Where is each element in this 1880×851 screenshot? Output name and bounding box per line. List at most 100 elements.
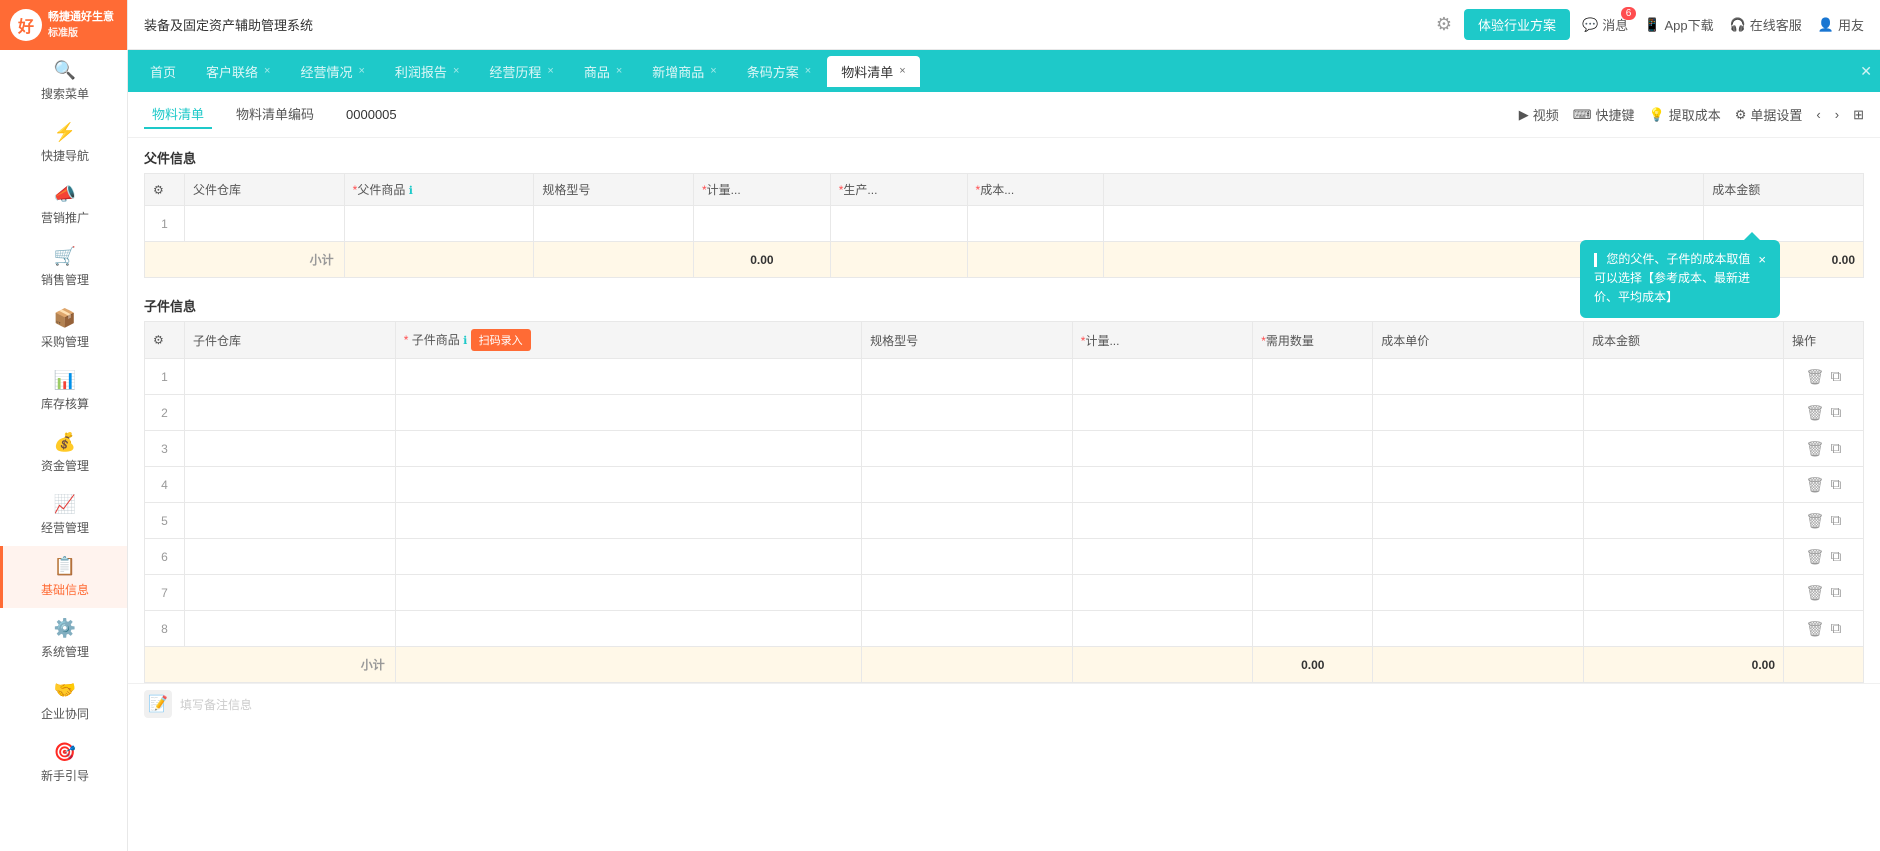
- sub-tab-bom-list[interactable]: 物料清单: [144, 100, 212, 129]
- child-cell-qty-3[interactable]: [1253, 431, 1373, 467]
- child-cell-product-7[interactable]: [395, 575, 861, 611]
- tooltip-close-button[interactable]: ×: [1758, 250, 1766, 271]
- sidebar-item-search[interactable]: 🔍 搜索菜单: [0, 50, 127, 112]
- copy-icon-1[interactable]: ⧉: [1831, 368, 1842, 386]
- child-cell-unit-cost-5[interactable]: [1373, 503, 1584, 539]
- child-cell-spec-5[interactable]: [862, 503, 1073, 539]
- child-cell-warehouse-7[interactable]: [185, 575, 396, 611]
- delete-icon-2[interactable]: 🗑: [1806, 404, 1825, 422]
- parent-cell-spec-1[interactable]: [534, 206, 694, 242]
- parent-cell-warehouse-1[interactable]: [185, 206, 345, 242]
- message-item[interactable]: 💬 消息 6: [1582, 15, 1628, 34]
- child-cell-unit-cost-2[interactable]: [1373, 395, 1584, 431]
- child-cell-warehouse-1[interactable]: [185, 359, 396, 395]
- tab-goods-close[interactable]: ×: [616, 65, 622, 77]
- parent-cell-produce-1[interactable]: [830, 206, 967, 242]
- app-download-item[interactable]: 📱 App下载: [1644, 15, 1713, 34]
- sidebar-item-operations[interactable]: 📈 经营管理: [0, 484, 127, 546]
- copy-icon-7[interactable]: ⧉: [1831, 584, 1842, 602]
- copy-icon-4[interactable]: ⧉: [1831, 476, 1842, 494]
- grid-view[interactable]: ⊞: [1853, 107, 1864, 123]
- child-cell-product-6[interactable]: [395, 539, 861, 575]
- copy-icon-3[interactable]: ⧉: [1831, 440, 1842, 458]
- child-cell-cost-amount-3[interactable]: [1584, 431, 1784, 467]
- child-cell-cost-amount-2[interactable]: [1584, 395, 1784, 431]
- tab-history[interactable]: 经营历程 ×: [475, 56, 567, 87]
- child-cell-spec-4[interactable]: [862, 467, 1073, 503]
- child-cell-unit-3[interactable]: [1072, 431, 1252, 467]
- child-cell-unit-7[interactable]: [1072, 575, 1252, 611]
- sidebar-item-guide[interactable]: 🎯 新手引导: [0, 732, 127, 794]
- copy-icon-8[interactable]: ⧉: [1831, 620, 1842, 638]
- child-cell-cost-amount-8[interactable]: [1584, 611, 1784, 647]
- child-cell-product-5[interactable]: [395, 503, 861, 539]
- tab-customers[interactable]: 客户联络 ×: [192, 56, 284, 87]
- delete-icon-5[interactable]: 🗑: [1806, 512, 1825, 530]
- user-item[interactable]: 👤 用友: [1818, 15, 1864, 34]
- child-cell-warehouse-6[interactable]: [185, 539, 396, 575]
- child-cell-spec-3[interactable]: [862, 431, 1073, 467]
- child-cell-unit-cost-6[interactable]: [1373, 539, 1584, 575]
- delete-icon-6[interactable]: 🗑: [1806, 548, 1825, 566]
- parent-cell-unit-1[interactable]: [693, 206, 830, 242]
- child-cell-unit-cost-4[interactable]: [1373, 467, 1584, 503]
- tab-profit-close[interactable]: ×: [453, 65, 459, 77]
- child-cell-spec-8[interactable]: [862, 611, 1073, 647]
- sidebar-item-system[interactable]: ⚙️ 系统管理: [0, 608, 127, 670]
- child-cell-cost-amount-4[interactable]: [1584, 467, 1784, 503]
- child-cell-warehouse-4[interactable]: [185, 467, 396, 503]
- sidebar-item-sales[interactable]: 🛒 销售管理: [0, 236, 127, 298]
- child-cell-qty-6[interactable]: [1253, 539, 1373, 575]
- sidebar-item-purchase[interactable]: 📦 采购管理: [0, 298, 127, 360]
- child-cell-spec-7[interactable]: [862, 575, 1073, 611]
- child-cell-unit-4[interactable]: [1072, 467, 1252, 503]
- child-cell-unit-cost-8[interactable]: [1373, 611, 1584, 647]
- parent-cell-cost-1[interactable]: [967, 206, 1104, 242]
- child-cell-spec-6[interactable]: [862, 539, 1073, 575]
- tab-home[interactable]: 首页: [136, 56, 190, 87]
- tab-history-close[interactable]: ×: [547, 65, 553, 77]
- extract-cost-item[interactable]: 💡 提取成本: [1649, 105, 1721, 124]
- tab-customers-close[interactable]: ×: [264, 65, 270, 77]
- child-cell-unit-6[interactable]: [1072, 539, 1252, 575]
- single-settings-item[interactable]: ⚙ 单据设置: [1735, 105, 1803, 124]
- delete-icon-1[interactable]: 🗑: [1806, 368, 1825, 386]
- sidebar-item-inventory[interactable]: 📊 库存核算: [0, 360, 127, 422]
- sub-tab-bom-code[interactable]: 物料清单编码: [228, 100, 322, 129]
- child-cell-qty-4[interactable]: [1253, 467, 1373, 503]
- sidebar-item-marketing[interactable]: 📣 营销推广: [0, 174, 127, 236]
- child-cell-unit-2[interactable]: [1072, 395, 1252, 431]
- child-cell-warehouse-8[interactable]: [185, 611, 396, 647]
- child-cell-unit-1[interactable]: [1072, 359, 1252, 395]
- nav-prev[interactable]: ‹: [1816, 107, 1820, 122]
- child-cell-qty-7[interactable]: [1253, 575, 1373, 611]
- tab-profit[interactable]: 利润报告 ×: [381, 56, 473, 87]
- child-cell-spec-2[interactable]: [862, 395, 1073, 431]
- copy-icon-5[interactable]: ⧉: [1831, 512, 1842, 530]
- tab-goods[interactable]: 商品 ×: [570, 56, 636, 87]
- child-th-settings[interactable]: ⚙: [145, 322, 185, 359]
- child-cell-cost-amount-1[interactable]: [1584, 359, 1784, 395]
- copy-icon-6[interactable]: ⧉: [1831, 548, 1842, 566]
- tab-bom-close[interactable]: ×: [899, 65, 905, 77]
- child-cell-cost-amount-6[interactable]: [1584, 539, 1784, 575]
- parent-cell-cost-amount-1[interactable]: [1704, 206, 1864, 242]
- child-cell-warehouse-2[interactable]: [185, 395, 396, 431]
- delete-icon-7[interactable]: 🗑: [1806, 584, 1825, 602]
- child-cell-product-1[interactable]: [395, 359, 861, 395]
- copy-icon-2[interactable]: ⧉: [1831, 404, 1842, 422]
- settings-icon[interactable]: ⚙: [1436, 14, 1452, 35]
- child-cell-unit-8[interactable]: [1072, 611, 1252, 647]
- scan-button[interactable]: 扫码录入: [471, 329, 531, 351]
- tab-operations-stat[interactable]: 经营情况 ×: [286, 56, 378, 87]
- child-cell-unit-5[interactable]: [1072, 503, 1252, 539]
- child-cell-qty-8[interactable]: [1253, 611, 1373, 647]
- child-cell-product-2[interactable]: [395, 395, 861, 431]
- tab-new-goods[interactable]: 新增商品 ×: [638, 56, 730, 87]
- parent-cell-product-1[interactable]: [344, 206, 534, 242]
- delete-icon-3[interactable]: 🗑: [1806, 440, 1825, 458]
- sidebar-item-basic-info[interactable]: 📋 基础信息: [0, 546, 127, 608]
- tab-bom[interactable]: 物料清单 ×: [827, 56, 919, 87]
- child-cell-unit-cost-3[interactable]: [1373, 431, 1584, 467]
- sidebar-item-corp[interactable]: 🤝 企业协同: [0, 670, 127, 732]
